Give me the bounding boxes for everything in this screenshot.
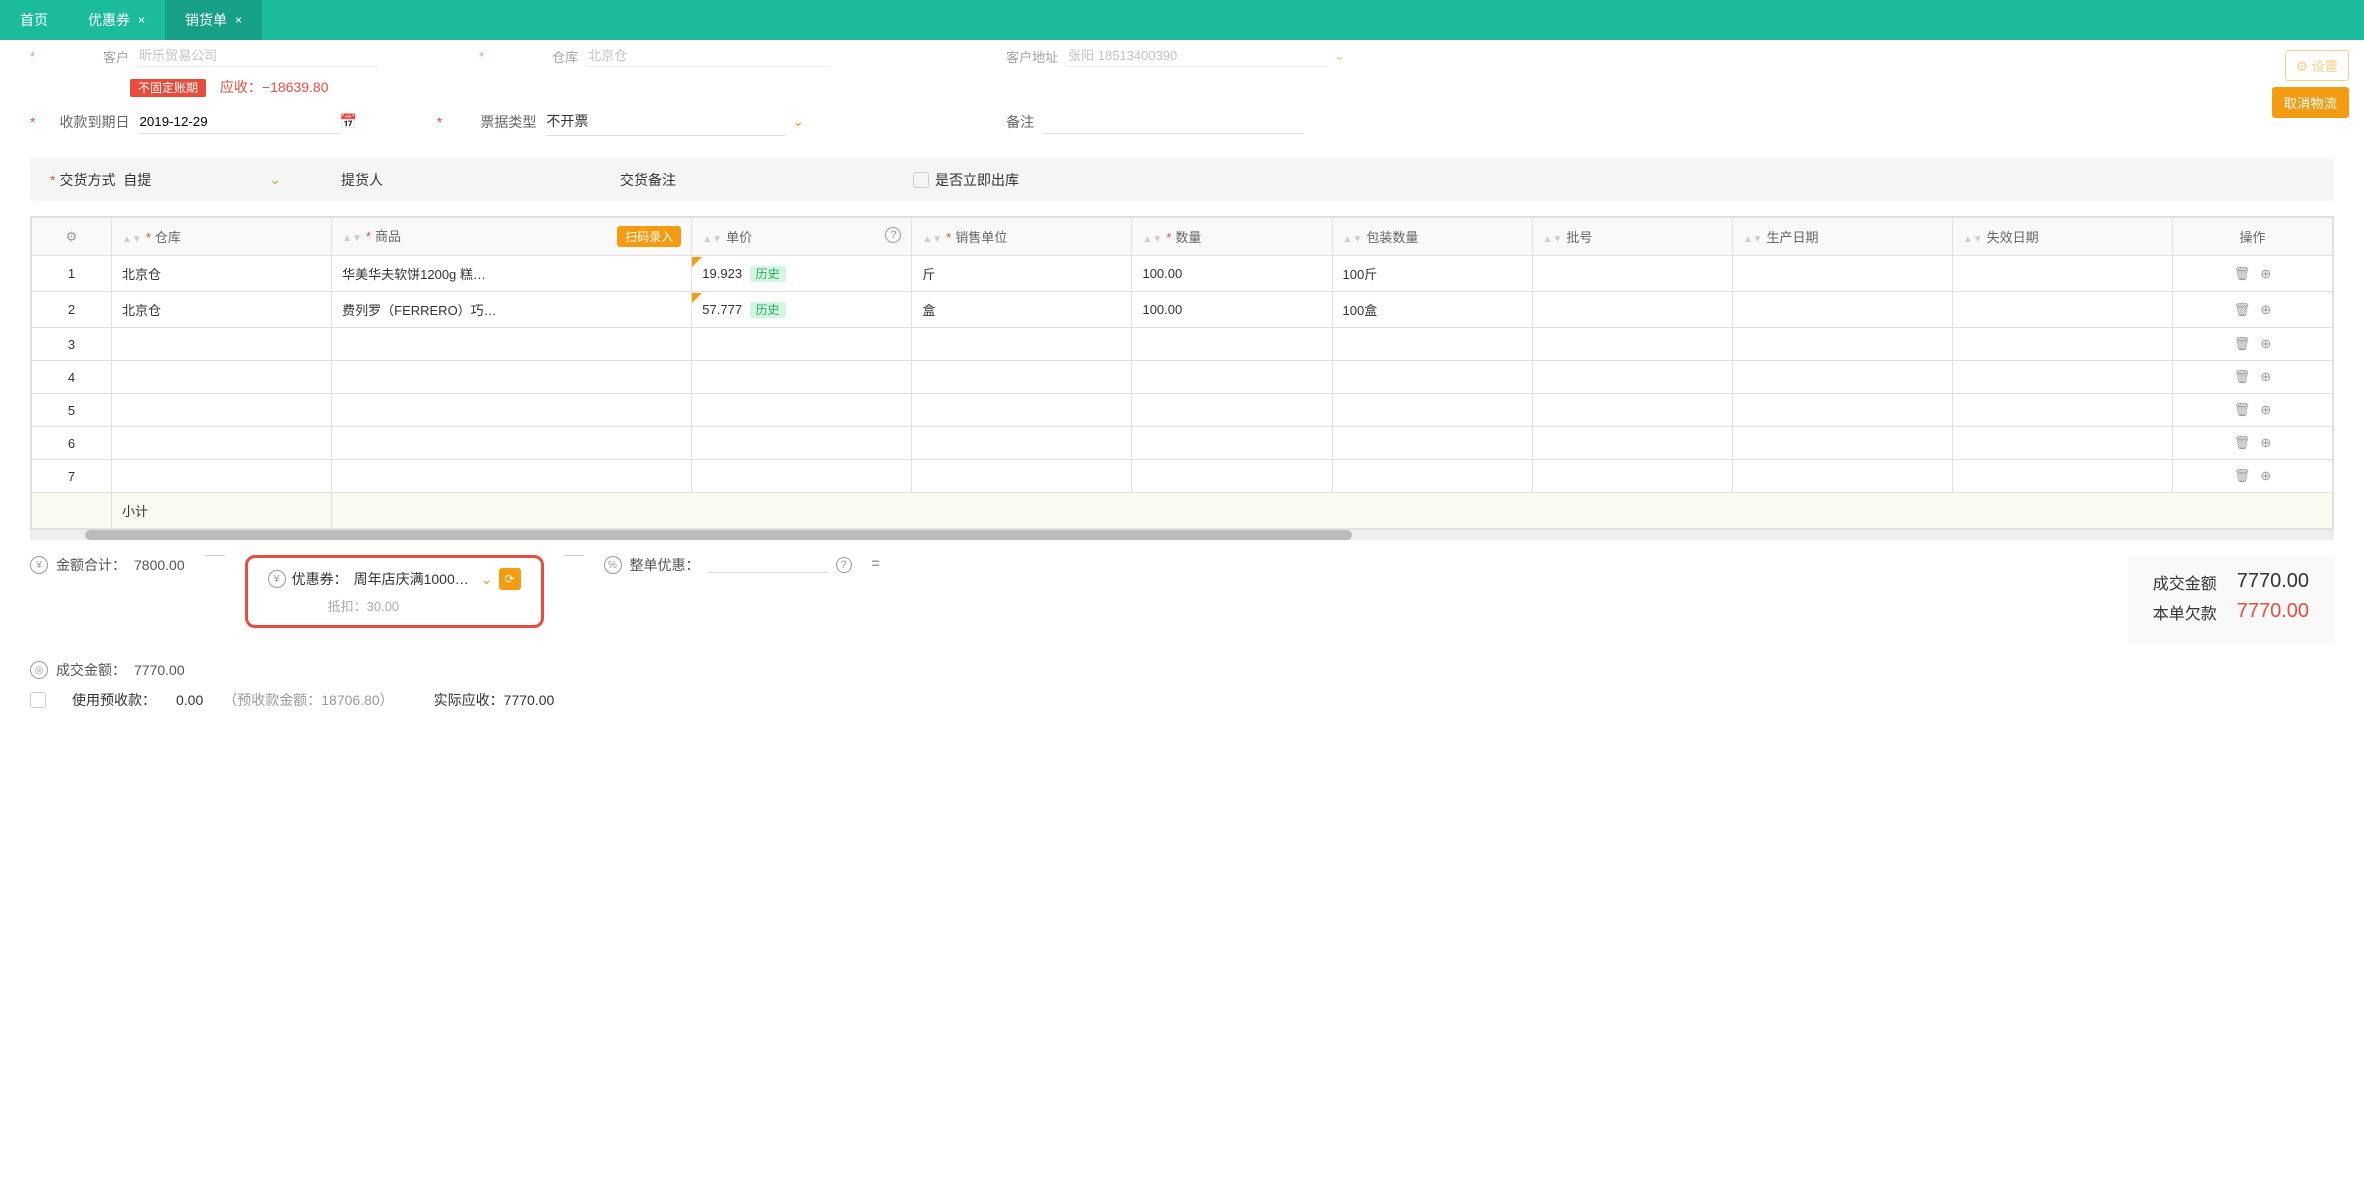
- history-badge[interactable]: 历史: [750, 266, 786, 282]
- invoice-type-select[interactable]: 不开票: [546, 107, 786, 136]
- table-row[interactable]: 4🗑⊕: [32, 361, 2333, 394]
- sort-icon[interactable]: ▲▼: [702, 237, 722, 243]
- table-row[interactable]: 3🗑⊕: [32, 328, 2333, 361]
- tab-bar: 首页 优惠券× 销货单×: [0, 0, 2364, 40]
- order-discount-label: 整单优惠：: [630, 555, 700, 575]
- receivable-label: 应收：−18639.80: [220, 79, 329, 95]
- delete-row-icon[interactable]: 🗑: [2234, 336, 2251, 352]
- delete-row-icon[interactable]: 🗑: [2234, 266, 2251, 282]
- calendar-icon[interactable]: 📅: [339, 113, 356, 130]
- refresh-coupon-button[interactable]: ⟳: [499, 568, 521, 590]
- use-prepay-value: 0.00: [176, 692, 203, 708]
- tab-home[interactable]: 首页: [0, 0, 68, 40]
- invoice-type-label: 票据类型: [446, 112, 536, 132]
- equals-icon: =: [872, 555, 880, 571]
- totals-box: 成交金额7770.00 本单欠款7770.00: [2128, 555, 2334, 645]
- sort-icon[interactable]: ▲▼: [1963, 237, 1983, 243]
- due-date-input[interactable]: [139, 110, 339, 134]
- sort-icon[interactable]: ▲▼: [122, 237, 142, 243]
- delete-row-icon[interactable]: 🗑: [2234, 435, 2251, 451]
- add-row-icon[interactable]: ⊕: [2260, 468, 2271, 484]
- discount-icon: %: [604, 556, 622, 574]
- deal-amount-value-2: 7770.00: [134, 662, 185, 678]
- horizontal-scrollbar[interactable]: [30, 530, 2334, 540]
- items-table: ⚙ ▲▼*仓库 ▲▼*商品扫码录入 ▲▼单价 ? ▲▼*销售单位 ▲▼*数量 ▲…: [30, 216, 2334, 530]
- account-period-badge: 不固定账期: [130, 79, 206, 97]
- chevron-down-icon[interactable]: ⌄: [792, 113, 804, 130]
- table-row[interactable]: 2北京仓费列罗（FERRERO）巧…57.777 历史盒100.00100盒🗑⊕: [32, 292, 2333, 328]
- immediate-out-label: 是否立即出库: [935, 170, 1019, 190]
- delivery-method-label: 交货方式: [59, 170, 115, 190]
- subtotal-label: 小计: [112, 493, 332, 529]
- coupon-select[interactable]: 周年店庆满1000…: [354, 569, 469, 589]
- deal-icon: ◎: [30, 661, 48, 679]
- sort-icon[interactable]: ▲▼: [1543, 237, 1563, 243]
- help-icon[interactable]: ?: [836, 557, 852, 573]
- remark-input[interactable]: [1044, 110, 1304, 134]
- sort-icon[interactable]: ▲▼: [1743, 237, 1763, 243]
- settings-button[interactable]: ⚙ 设置: [2285, 50, 2349, 81]
- owe-amount-value: 7770.00: [2237, 600, 2309, 624]
- close-icon[interactable]: ×: [138, 13, 145, 27]
- customer-field[interactable]: 昕乐贸易公司: [139, 45, 379, 67]
- use-prepay-checkbox[interactable]: [30, 692, 46, 708]
- add-row-icon[interactable]: ⊕: [2260, 435, 2271, 451]
- delivery-remark-label: 交货备注: [620, 170, 676, 190]
- total-amount-label: 金额合计：: [56, 555, 126, 575]
- history-badge[interactable]: 历史: [750, 302, 786, 318]
- tab-coupon[interactable]: 优惠券×: [68, 0, 165, 40]
- add-row-icon[interactable]: ⊕: [2260, 336, 2271, 352]
- picker-input[interactable]: [383, 168, 560, 191]
- delete-row-icon[interactable]: 🗑: [2234, 402, 2251, 418]
- delivery-method-select[interactable]: 自提: [123, 170, 263, 190]
- warehouse-field[interactable]: 北京仓: [588, 45, 828, 67]
- table-row[interactable]: 7🗑⊕: [32, 460, 2333, 493]
- immediate-out-checkbox[interactable]: [913, 172, 929, 188]
- table-row[interactable]: 5🗑⊕: [32, 394, 2333, 427]
- order-discount-input[interactable]: [708, 557, 828, 573]
- top-form-row: *客户 昕乐贸易公司 *仓库 北京仓 客户地址 张阳 18513400390 ⌄: [0, 40, 2364, 77]
- sort-icon[interactable]: ▲▼: [1343, 237, 1363, 243]
- coupon-label: 优惠券：: [292, 569, 348, 589]
- add-row-icon[interactable]: ⊕: [2260, 402, 2271, 418]
- table-row[interactable]: 1北京仓华美华夫软饼1200g 糕…19.923 历史斤100.00100斤🗑⊕: [32, 256, 2333, 292]
- remark-label: 备注: [944, 112, 1034, 132]
- add-row-icon[interactable]: ⊕: [2260, 369, 2271, 385]
- delivery-bar: *交货方式 自提 ⌄ 提货人 交货备注 是否立即出库: [30, 158, 2334, 201]
- coupon-icon: ¥: [268, 570, 286, 588]
- use-prepay-label: 使用预收款：: [72, 690, 156, 710]
- close-icon[interactable]: ×: [235, 13, 242, 27]
- table-row[interactable]: 6🗑⊕: [32, 427, 2333, 460]
- deal-amount-label: 成交金额：: [56, 660, 126, 680]
- actual-receive-value: 7770.00: [504, 692, 555, 708]
- deal-amount-value: 7770.00: [2237, 570, 2309, 594]
- chevron-down-icon[interactable]: ⌄: [481, 571, 493, 588]
- chevron-down-icon[interactable]: ⌄: [269, 171, 281, 188]
- sort-icon[interactable]: ▲▼: [922, 237, 942, 243]
- add-row-icon[interactable]: ⊕: [2260, 302, 2271, 318]
- delete-row-icon[interactable]: 🗑: [2234, 369, 2251, 385]
- delivery-remark-input[interactable]: [676, 168, 853, 191]
- tab-sales-order[interactable]: 销货单×: [165, 0, 262, 40]
- delete-row-icon[interactable]: 🗑: [2234, 468, 2251, 484]
- sort-icon[interactable]: ▲▼: [342, 236, 362, 242]
- coupon-highlight-box: ¥ 优惠券： 周年店庆满1000… ⌄ ⟳ 抵扣：30.00: [245, 555, 544, 628]
- picker-label: 提货人: [341, 170, 383, 190]
- scan-input-badge[interactable]: 扫码录入: [617, 226, 681, 247]
- currency-icon: ¥: [30, 556, 48, 574]
- add-row-icon[interactable]: ⊕: [2260, 266, 2271, 282]
- due-date-label: 收款到期日: [39, 112, 129, 132]
- deduct-value: 30.00: [367, 599, 400, 614]
- gear-icon[interactable]: ⚙: [66, 229, 78, 244]
- address-field[interactable]: 张阳 18513400390: [1068, 45, 1328, 67]
- cancel-logistics-button[interactable]: 取消物流: [2272, 87, 2349, 118]
- help-icon[interactable]: ?: [885, 227, 901, 243]
- sort-icon[interactable]: ▲▼: [1142, 237, 1162, 243]
- chevron-down-icon[interactable]: ⌄: [1334, 48, 1345, 64]
- delete-row-icon[interactable]: 🗑: [2234, 302, 2251, 318]
- total-amount-value: 7800.00: [134, 557, 185, 573]
